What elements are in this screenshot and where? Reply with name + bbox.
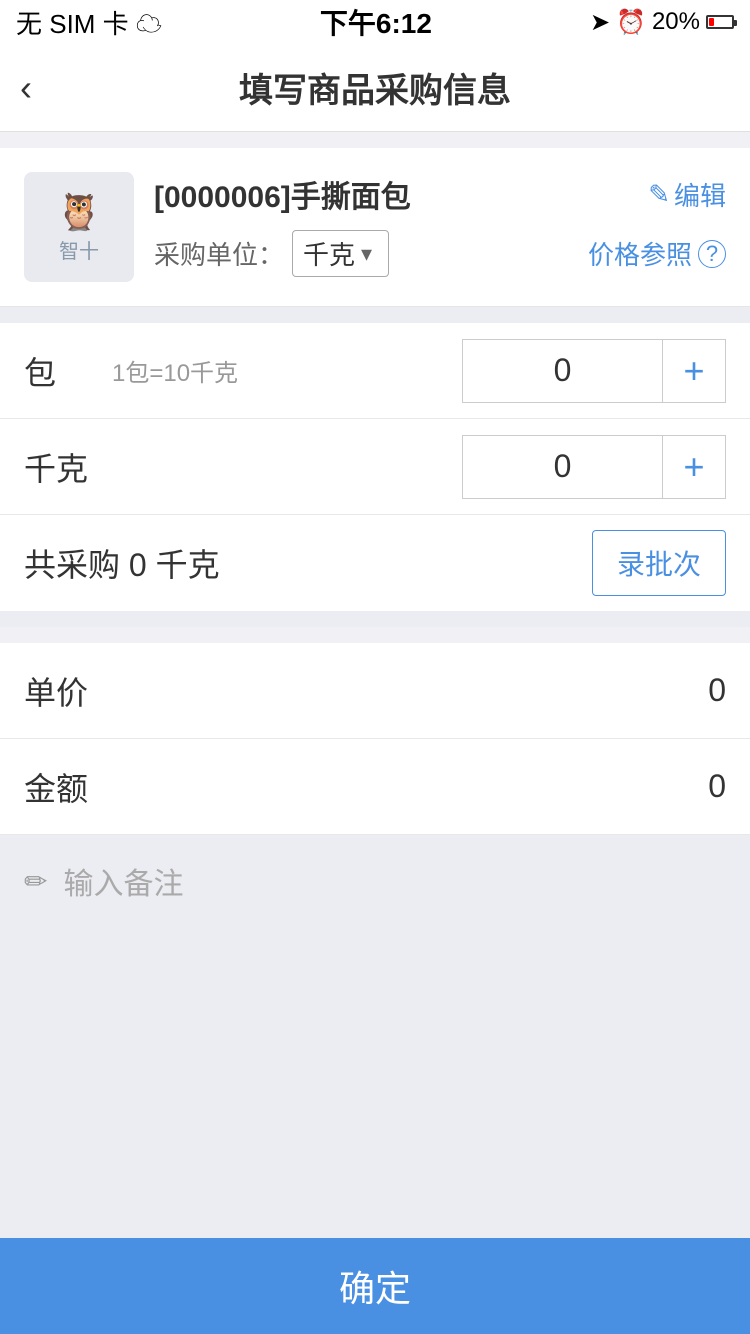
edit-link[interactable]: ✎ 编辑	[648, 176, 726, 213]
batch-button[interactable]: 录批次	[592, 530, 726, 596]
separator-2	[0, 611, 750, 627]
battery-icon	[706, 15, 734, 29]
kg-quantity-input[interactable]	[462, 435, 662, 499]
back-button[interactable]: ‹	[20, 67, 32, 109]
total-row: 共采购 0 千克 录批次	[0, 515, 750, 611]
confirm-button[interactable]: 确定	[0, 1238, 750, 1334]
kg-input-row: 千克 +	[0, 419, 750, 515]
product-thumbnail: 🦉 智十	[24, 172, 134, 282]
pencil-icon: ✏	[24, 865, 47, 898]
edit-icon: ✎	[648, 179, 670, 210]
remark-section[interactable]: ✏ 输入备注	[0, 835, 750, 927]
product-name: [0000006]手撕面包	[154, 172, 411, 216]
product-card: 🦉 智十 [0000006]手撕面包 ✎ 编辑 采购单位： 千克 ▾	[0, 148, 750, 307]
kg-label: 千克	[24, 444, 104, 490]
status-time: 下午6:12	[320, 2, 432, 42]
bottom-spacer	[0, 927, 750, 1238]
unit-value: 千克	[303, 235, 355, 272]
bag-label: 包	[24, 348, 104, 394]
product-logo-label: 智十	[59, 235, 99, 264]
amount-value: 0	[708, 768, 726, 805]
status-bar: 无 SIM 卡 ☁ 下午6:12 ➤ ⏰ 20%	[0, 0, 750, 44]
kg-plus-button[interactable]: +	[662, 435, 726, 499]
bag-input-row: 包 1包=10千克 +	[0, 323, 750, 419]
unit-price-value: 0	[708, 672, 726, 709]
input-section: 包 1包=10千克 + 千克 +	[0, 323, 750, 515]
alarm-icon: ⏰	[616, 8, 646, 37]
price-ref-question-icon: ?	[698, 240, 726, 268]
bag-quantity-input[interactable]	[462, 339, 662, 403]
page-title: 填写商品采购信息	[239, 63, 511, 112]
separator-1	[0, 307, 750, 323]
sim-status: 无 SIM 卡 ☁	[16, 4, 162, 41]
amount-row: 金额 0	[0, 739, 750, 835]
bag-sublabel: 1包=10千克	[112, 353, 462, 388]
amount-label: 金额	[24, 764, 88, 810]
product-info: [0000006]手撕面包 ✎ 编辑 采购单位： 千克 ▾ 价格参照 ?	[154, 172, 726, 277]
price-ref-label: 价格参照	[588, 235, 692, 272]
price-ref-link[interactable]: 价格参照 ?	[588, 235, 726, 272]
status-left: 无 SIM 卡 ☁	[16, 4, 162, 41]
unit-price-row: 单价 0	[0, 643, 750, 739]
price-section: 单价 0 金额 0	[0, 643, 750, 835]
bag-plus-button[interactable]: +	[662, 339, 726, 403]
remark-placeholder: 输入备注	[63, 859, 183, 903]
battery-text: 20%	[652, 8, 700, 36]
unit-label: 采购单位：	[154, 235, 284, 272]
unit-select[interactable]: 千克 ▾	[292, 230, 389, 277]
product-logo-icon: 🦉	[57, 191, 102, 233]
location-icon: ➤	[590, 8, 610, 37]
unit-price-label: 单价	[24, 668, 88, 714]
status-right: ➤ ⏰ 20%	[590, 8, 734, 37]
total-label: 共采购 0 千克	[24, 540, 220, 586]
nav-bar: ‹ 填写商品采购信息	[0, 44, 750, 132]
dropdown-icon: ▾	[361, 241, 372, 267]
